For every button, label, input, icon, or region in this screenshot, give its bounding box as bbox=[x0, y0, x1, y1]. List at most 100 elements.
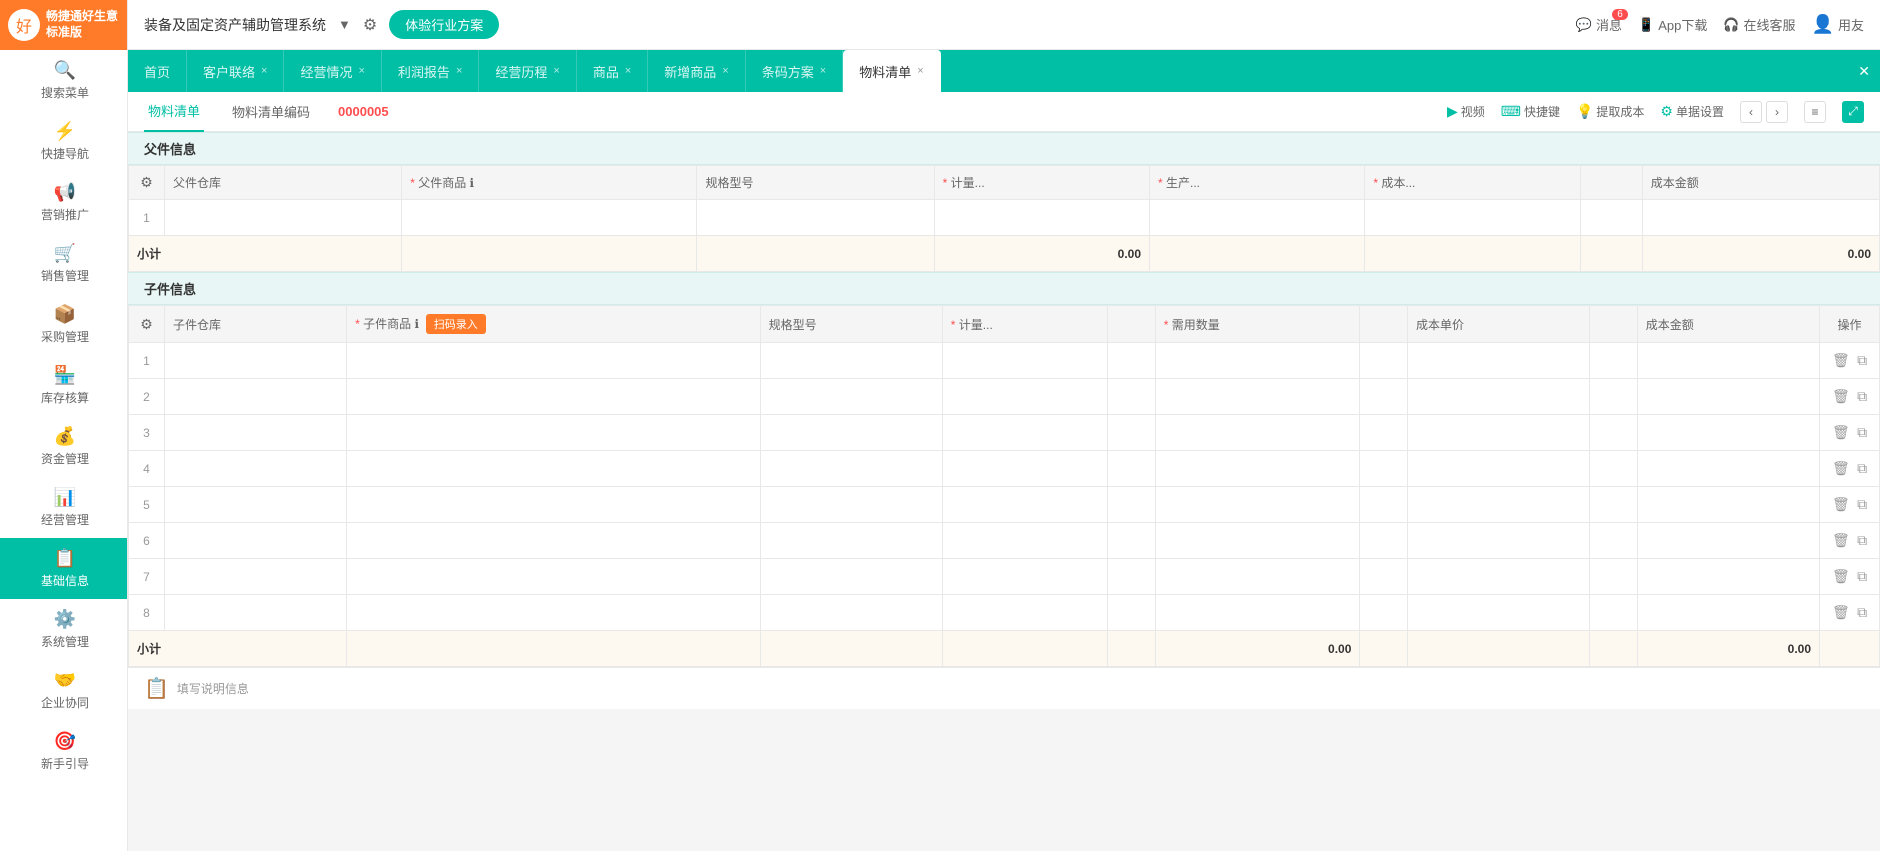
sidebar-item-marketing[interactable]: 📢营销推广 bbox=[0, 172, 127, 233]
delete-icon-7[interactable]: 🗑 bbox=[1832, 568, 1850, 584]
sub-tab-code[interactable]: 物料清单编码 bbox=[228, 92, 314, 132]
child-unitcost-1[interactable] bbox=[1408, 343, 1590, 379]
copy-icon-2[interactable]: ⧉ bbox=[1857, 388, 1867, 404]
copy-icon-7[interactable]: ⧉ bbox=[1857, 568, 1867, 584]
sidebar-item-finance[interactable]: 💰资金管理 bbox=[0, 416, 127, 477]
nav-tab-3[interactable]: 利润报告× bbox=[382, 50, 479, 92]
child-qty-3[interactable] bbox=[1155, 415, 1360, 451]
settings-icon[interactable]: ⚙ bbox=[363, 15, 377, 35]
child-qty-4[interactable] bbox=[1155, 451, 1360, 487]
next-arrow[interactable]: › bbox=[1766, 101, 1788, 123]
child-warehouse-2[interactable] bbox=[165, 379, 347, 415]
child-unitcost-3[interactable] bbox=[1408, 415, 1590, 451]
app-download-btn[interactable]: 📱 App下载 bbox=[1638, 15, 1707, 34]
nav-tab-close-7[interactable]: × bbox=[820, 65, 826, 77]
child-spec-6[interactable] bbox=[760, 523, 942, 559]
child-unitcost-4[interactable] bbox=[1408, 451, 1590, 487]
child-qty-1[interactable] bbox=[1155, 343, 1360, 379]
child-unit-8[interactable] bbox=[942, 595, 1107, 631]
sidebar-item-inventory[interactable]: 🏪库存核算 bbox=[0, 355, 127, 416]
child-unit-1[interactable] bbox=[942, 343, 1107, 379]
child-warehouse-1[interactable] bbox=[165, 343, 347, 379]
sidebar-item-ops[interactable]: 📊经营管理 bbox=[0, 477, 127, 538]
child-qty-2[interactable] bbox=[1155, 379, 1360, 415]
sidebar-item-quick-nav[interactable]: ⚡快捷导航 bbox=[0, 111, 127, 172]
online-service-btn[interactable]: 🎧 在线客服 bbox=[1723, 15, 1795, 34]
child-spec-1[interactable] bbox=[760, 343, 942, 379]
sidebar-item-enterprise[interactable]: 🤝企业协同 bbox=[0, 660, 127, 721]
nav-tab-7[interactable]: 条码方案× bbox=[746, 50, 843, 92]
child-spec-4[interactable] bbox=[760, 451, 942, 487]
child-unitcost-8[interactable] bbox=[1408, 595, 1590, 631]
nav-tab-close-2[interactable]: × bbox=[358, 65, 364, 77]
close-all-tabs-btn[interactable]: ✕ bbox=[1848, 63, 1880, 80]
child-unitcost-2[interactable] bbox=[1408, 379, 1590, 415]
nav-tab-1[interactable]: 客户联络× bbox=[187, 50, 284, 92]
sub-tab-bom[interactable]: 物料清单 bbox=[144, 92, 204, 132]
nav-tab-close-4[interactable]: × bbox=[553, 65, 559, 77]
parent-spec-1[interactable] bbox=[697, 200, 934, 236]
child-unitcost-5[interactable] bbox=[1408, 487, 1590, 523]
parent-unit-1[interactable] bbox=[934, 200, 1149, 236]
nav-tab-2[interactable]: 经营情况× bbox=[284, 50, 381, 92]
expand-btn[interactable]: ⤢ bbox=[1842, 101, 1864, 123]
parent-warehouse-1[interactable] bbox=[165, 200, 402, 236]
child-product-2[interactable] bbox=[347, 379, 760, 415]
child-unit-3[interactable] bbox=[942, 415, 1107, 451]
child-product-1[interactable] bbox=[347, 343, 760, 379]
sidebar-item-purchase[interactable]: 📦采购管理 bbox=[0, 294, 127, 355]
child-spec-3[interactable] bbox=[760, 415, 942, 451]
nav-tab-6[interactable]: 新增商品× bbox=[648, 50, 745, 92]
nav-tab-close-1[interactable]: × bbox=[261, 65, 267, 77]
extract-cost-btn[interactable]: 💡 提取成本 bbox=[1576, 103, 1644, 120]
sidebar-item-base[interactable]: 📋基础信息 bbox=[0, 538, 127, 599]
child-warehouse-6[interactable] bbox=[165, 523, 347, 559]
copy-icon-1[interactable]: ⧉ bbox=[1857, 352, 1867, 368]
delete-icon-3[interactable]: 🗑 bbox=[1832, 424, 1850, 440]
delete-icon-4[interactable]: 🗑 bbox=[1832, 460, 1850, 476]
delete-icon-1[interactable]: 🗑 bbox=[1832, 352, 1850, 368]
child-qty-6[interactable] bbox=[1155, 523, 1360, 559]
child-product-4[interactable] bbox=[347, 451, 760, 487]
copy-icon-3[interactable]: ⧉ bbox=[1857, 424, 1867, 440]
doc-settings-btn[interactable]: ⚙ 单据设置 bbox=[1660, 103, 1724, 120]
scan-input-btn[interactable]: 扫码录入 bbox=[426, 314, 486, 334]
delete-icon-2[interactable]: 🗑 bbox=[1832, 388, 1850, 404]
nav-tab-5[interactable]: 商品× bbox=[577, 50, 648, 92]
child-spec-7[interactable] bbox=[760, 559, 942, 595]
sidebar-item-guide[interactable]: 🎯新手引导 bbox=[0, 721, 127, 782]
child-spec-2[interactable] bbox=[760, 379, 942, 415]
parent-cost-1[interactable] bbox=[1365, 200, 1580, 236]
shortcut-btn[interactable]: ⌨ 快捷键 bbox=[1501, 103, 1560, 120]
prev-arrow[interactable]: ‹ bbox=[1740, 101, 1762, 123]
child-warehouse-7[interactable] bbox=[165, 559, 347, 595]
child-unit-4[interactable] bbox=[942, 451, 1107, 487]
nav-tab-0[interactable]: 首页 bbox=[128, 50, 187, 92]
delete-icon-5[interactable]: 🗑 bbox=[1832, 496, 1850, 512]
child-product-5[interactable] bbox=[347, 487, 760, 523]
nav-tab-4[interactable]: 经营历程× bbox=[479, 50, 576, 92]
child-unitcost-7[interactable] bbox=[1408, 559, 1590, 595]
copy-icon-4[interactable]: ⧉ bbox=[1857, 460, 1867, 476]
nav-tab-close-8[interactable]: × bbox=[917, 65, 923, 77]
sidebar-item-system[interactable]: ⚙️系统管理 bbox=[0, 599, 127, 660]
parent-gear-btn[interactable]: ⚙ bbox=[140, 174, 153, 191]
child-product-3[interactable] bbox=[347, 415, 760, 451]
video-btn[interactable]: ▶ 视频 bbox=[1447, 103, 1485, 120]
child-unit-7[interactable] bbox=[942, 559, 1107, 595]
child-qty-5[interactable] bbox=[1155, 487, 1360, 523]
dropdown-arrow[interactable]: ▼ bbox=[338, 17, 351, 32]
child-spec-5[interactable] bbox=[760, 487, 942, 523]
nav-tab-close-6[interactable]: × bbox=[722, 65, 728, 77]
child-unit-5[interactable] bbox=[942, 487, 1107, 523]
child-spec-8[interactable] bbox=[760, 595, 942, 631]
child-warehouse-8[interactable] bbox=[165, 595, 347, 631]
copy-icon-5[interactable]: ⧉ bbox=[1857, 496, 1867, 512]
list-view-btn[interactable]: ≡ bbox=[1804, 101, 1826, 123]
message-btn[interactable]: 💬 消息 6 bbox=[1576, 15, 1622, 34]
delete-icon-6[interactable]: 🗑 bbox=[1832, 532, 1850, 548]
experience-btn[interactable]: 体验行业方案 bbox=[389, 10, 499, 39]
copy-icon-8[interactable]: ⧉ bbox=[1857, 604, 1867, 620]
parent-product-1[interactable] bbox=[402, 200, 697, 236]
nav-tab-8[interactable]: 物料清单× bbox=[843, 50, 940, 92]
